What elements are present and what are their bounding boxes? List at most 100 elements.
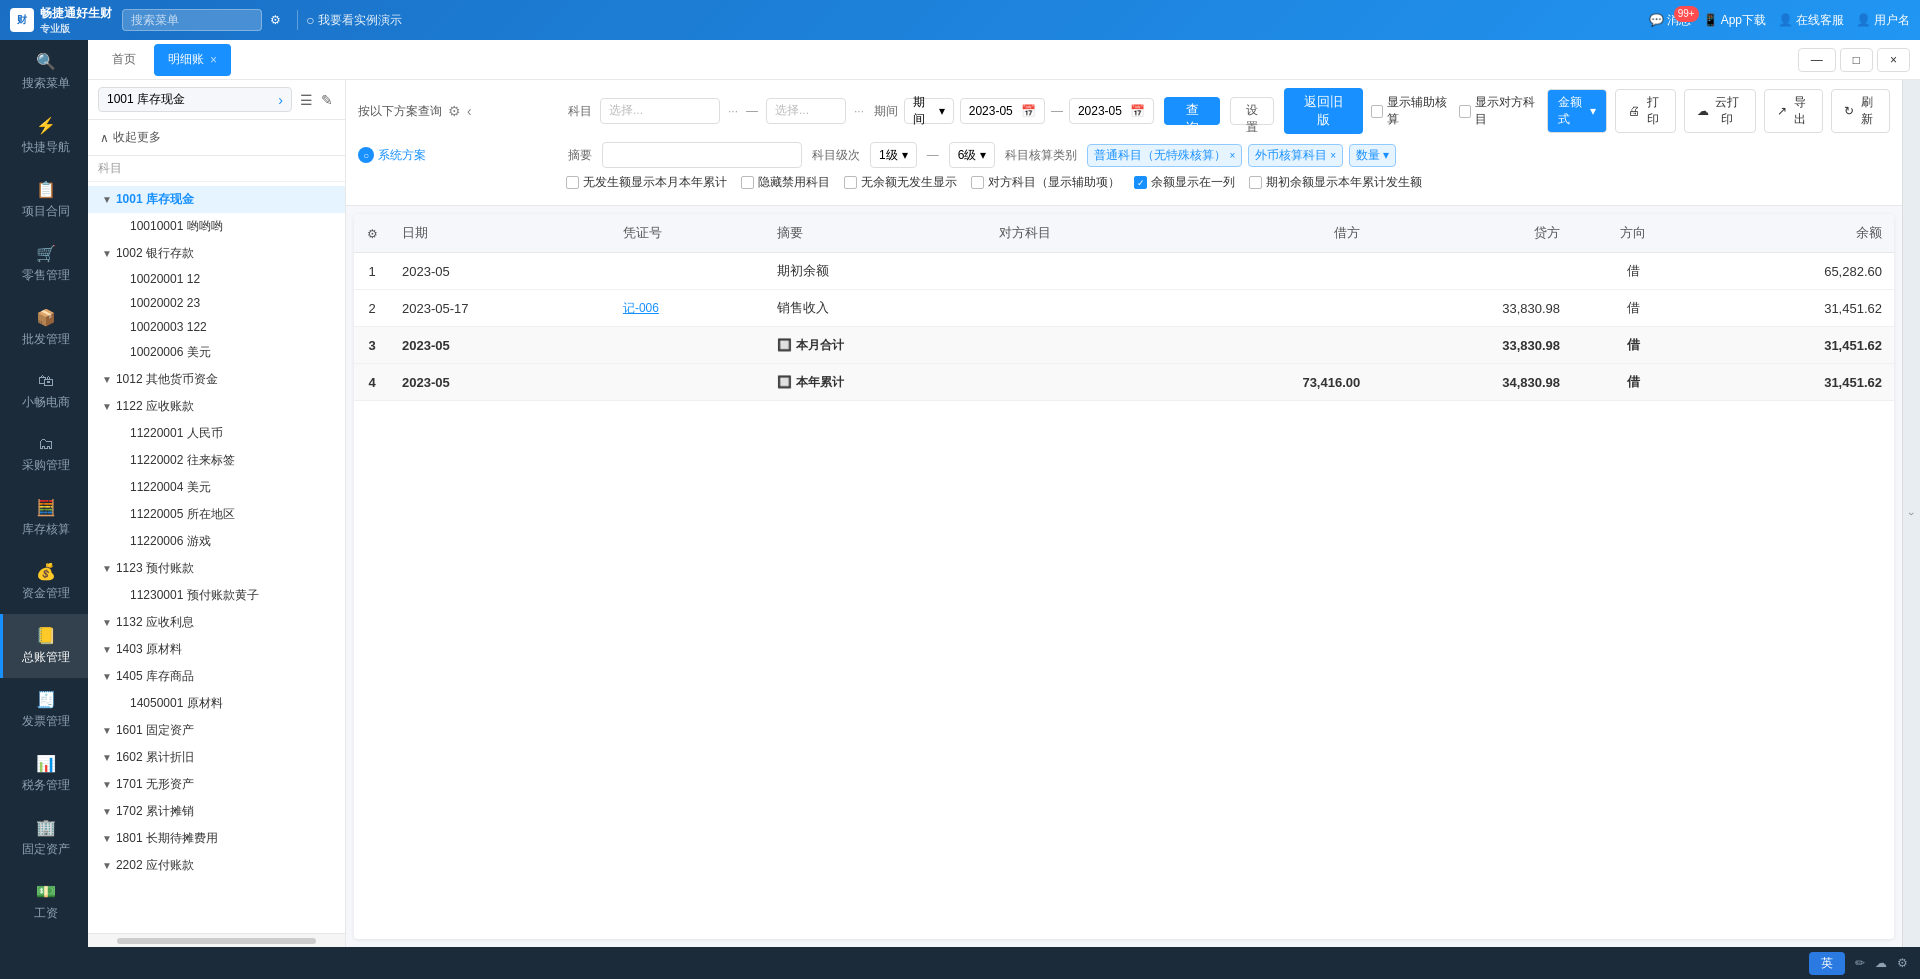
system-plan-label[interactable]: 系统方案 [378,147,426,164]
bottom-scrollbar[interactable] [88,933,345,947]
edit-icon[interactable]: ✎ [319,90,335,110]
sidebar-item-search[interactable]: 🔍搜索菜单 [0,40,88,104]
tree-item-14050001[interactable]: 14050001 原材料 [88,690,345,717]
tree-item-1002[interactable]: ▼1002 银行存款 [88,240,345,267]
calc-type-normal-tag[interactable]: 普通科目（无特殊核算） × [1087,144,1242,167]
calc-type-foreign-close-icon[interactable]: × [1330,150,1336,161]
show-opposite-checkbox[interactable]: 对方科目（显示辅助项） [971,174,1120,191]
back-to-old-btn[interactable]: 返回旧版 [1284,88,1363,134]
tree-item-11230001[interactable]: 11230001 预付账款黄子 [88,582,345,609]
voucher-link[interactable]: 记-006 [623,301,659,315]
tree-item-1123[interactable]: ▼1123 预付账款 [88,555,345,582]
status-icon-cloud[interactable]: ☁ [1875,956,1887,970]
sidebar-item-general-ledger[interactable]: 📒总账管理 [0,614,88,678]
tree-item-1403[interactable]: ▼1403 原材料 [88,636,345,663]
tree-item-1602[interactable]: ▼1602 累计折旧 [88,744,345,771]
online-service-btn[interactable]: 👤 在线客服 [1778,12,1844,29]
row-voucher[interactable] [611,364,765,401]
format-amount-btn[interactable]: 金额式 ▾ [1548,90,1606,132]
row-voucher[interactable] [611,327,765,364]
settings-btn[interactable]: ⚙ [262,9,289,31]
no-balance-show-checkbox[interactable]: 无余额无发生显示 [844,174,957,191]
more-btn[interactable]: ∧ 收起更多 [88,120,345,156]
sidebar-item-capital-mgmt[interactable]: 💰资金管理 [0,550,88,614]
sidebar-item-project-contract[interactable]: 📋项目合同 [0,168,88,232]
subject-input[interactable]: 选择... [600,98,720,124]
tree-item-11220002[interactable]: 11220002 往来标签 [88,447,345,474]
demo-btn[interactable]: ○ 我要看实例演示 [306,12,402,29]
user-avatar[interactable]: 👤 用户名 [1856,12,1910,29]
show-aux-calc-checkbox[interactable]: 显示辅助核算 [1371,94,1451,128]
top-search-input[interactable] [122,9,262,31]
status-icon-edit[interactable]: ✏ [1855,956,1865,970]
account-selector[interactable]: 1001 库存现金 › [98,87,292,112]
print-btn[interactable]: 🖨 打印 [1615,89,1676,133]
period-start-input[interactable]: 2023-05 📅 [960,98,1045,124]
window-minimize-btn[interactable]: — [1798,48,1836,72]
sidebar-item-invoice-mgmt[interactable]: 🧾发票管理 [0,678,88,742]
tree-item-11220004[interactable]: 11220004 美元 [88,474,345,501]
query-btn[interactable]: 查询 [1164,97,1220,125]
balance-one-col-checkbox[interactable]: ✓余额显示在一列 [1134,174,1235,191]
tree-item-10010001[interactable]: 10010001 哟哟哟 [88,213,345,240]
lang-btn[interactable]: 英 [1809,952,1845,975]
level-end-select[interactable]: 6级 ▾ [949,142,996,168]
sidebar-item-quick-nav[interactable]: ⚡快捷导航 [0,104,88,168]
tree-item-1701[interactable]: ▼1701 无形资产 [88,771,345,798]
list-icon[interactable]: ☰ [298,90,315,110]
tree-item-1405[interactable]: ▼1405 库存商品 [88,663,345,690]
settings-btn[interactable]: 设置 [1230,97,1274,125]
tree-item-11220006[interactable]: 11220006 游戏 [88,528,345,555]
tree-item-1702[interactable]: ▼1702 累计摊销 [88,798,345,825]
tree-item-10020002[interactable]: 10020002 23 [88,291,345,315]
subject-range-input[interactable]: 选择... [766,98,846,124]
tree-item-2202[interactable]: ▼2202 应付账款 [88,852,345,879]
calc-type-foreign-tag[interactable]: 外币核算科目 × [1248,144,1343,167]
sidebar-item-ecommerce[interactable]: 🛍小畅电商 [0,360,88,423]
sidebar-item-inventory-calc[interactable]: 🧮库存核算 [0,486,88,550]
tree-item-10020003[interactable]: 10020003 122 [88,315,345,339]
no-amount-show-checkbox[interactable]: 无发生额显示本月本年累计 [566,174,727,191]
sidebar-item-fixed-assets[interactable]: 🏢固定资产 [0,806,88,870]
calc-type-qty-tag[interactable]: 数量 ▾ [1349,144,1396,167]
tree-item-11220001[interactable]: 11220001 人民币 [88,420,345,447]
status-icon-settings[interactable]: ⚙ [1897,956,1908,970]
row-voucher[interactable] [611,253,765,290]
row-voucher[interactable]: 记-006 [611,290,765,327]
tree-item-1601[interactable]: ▼1601 固定资产 [88,717,345,744]
message-btn[interactable]: 💬 消息 99+ [1649,12,1691,29]
sidebar-item-tax-mgmt[interactable]: 📊税务管理 [0,742,88,806]
sidebar-item-purchase-mgmt[interactable]: 🗂采购管理 [0,423,88,486]
tree-item-1122[interactable]: ▼1122 应收账款 [88,393,345,420]
period-type-select[interactable]: 期间 ▾ [904,98,954,124]
period-end-input[interactable]: 2023-05 📅 [1069,98,1154,124]
window-maximize-btn[interactable]: □ [1840,48,1873,72]
gear-icon[interactable]: ⚙ [448,103,461,119]
app-download-btn[interactable]: 📱 App下载 [1703,12,1766,29]
collapse-icon[interactable]: ‹ [467,103,472,119]
hide-disabled-checkbox[interactable]: 隐藏禁用科目 [741,174,830,191]
cloud-print-btn[interactable]: ☁ 云打印 [1684,89,1756,133]
tree-item-1001[interactable]: ▼1001 库存现金 [88,186,345,213]
export-btn[interactable]: ↗ 导出 [1764,89,1823,133]
window-close-btn[interactable]: × [1877,48,1910,72]
tab-detail-ledger[interactable]: 明细账 × [154,44,231,76]
tree-item-10020006[interactable]: 10020006 美元 [88,339,345,366]
sidebar-item-salary[interactable]: 💵工资 [0,870,88,934]
right-side-panel[interactable]: › [1902,80,1920,947]
tab-close-btn[interactable]: × [210,53,217,67]
tree-item-1012[interactable]: ▼1012 其他货币资金 [88,366,345,393]
sidebar-item-retail-mgmt[interactable]: 🛒零售管理 [0,232,88,296]
sidebar-item-wholesale-mgmt[interactable]: 📦批发管理 [0,296,88,360]
sidebar-item-ops-mgmt[interactable]: 📈经营管理 [0,934,88,947]
level-start-select[interactable]: 1级 ▾ [870,142,917,168]
tab-home[interactable]: 首页 [98,44,150,76]
calc-type-normal-close-icon[interactable]: × [1229,150,1235,161]
tree-item-1801[interactable]: ▼1801 长期待摊费用 [88,825,345,852]
refresh-btn[interactable]: ↻ 刷新 [1831,89,1890,133]
show-ytd-checkbox[interactable]: 期初余额显示本年累计发生额 [1249,174,1422,191]
tree-item-11220005[interactable]: 11220005 所在地区 [88,501,345,528]
tree-item-10020001[interactable]: 10020001 12 [88,267,345,291]
summary-input[interactable] [602,142,802,168]
tree-item-1132[interactable]: ▼1132 应收利息 [88,609,345,636]
